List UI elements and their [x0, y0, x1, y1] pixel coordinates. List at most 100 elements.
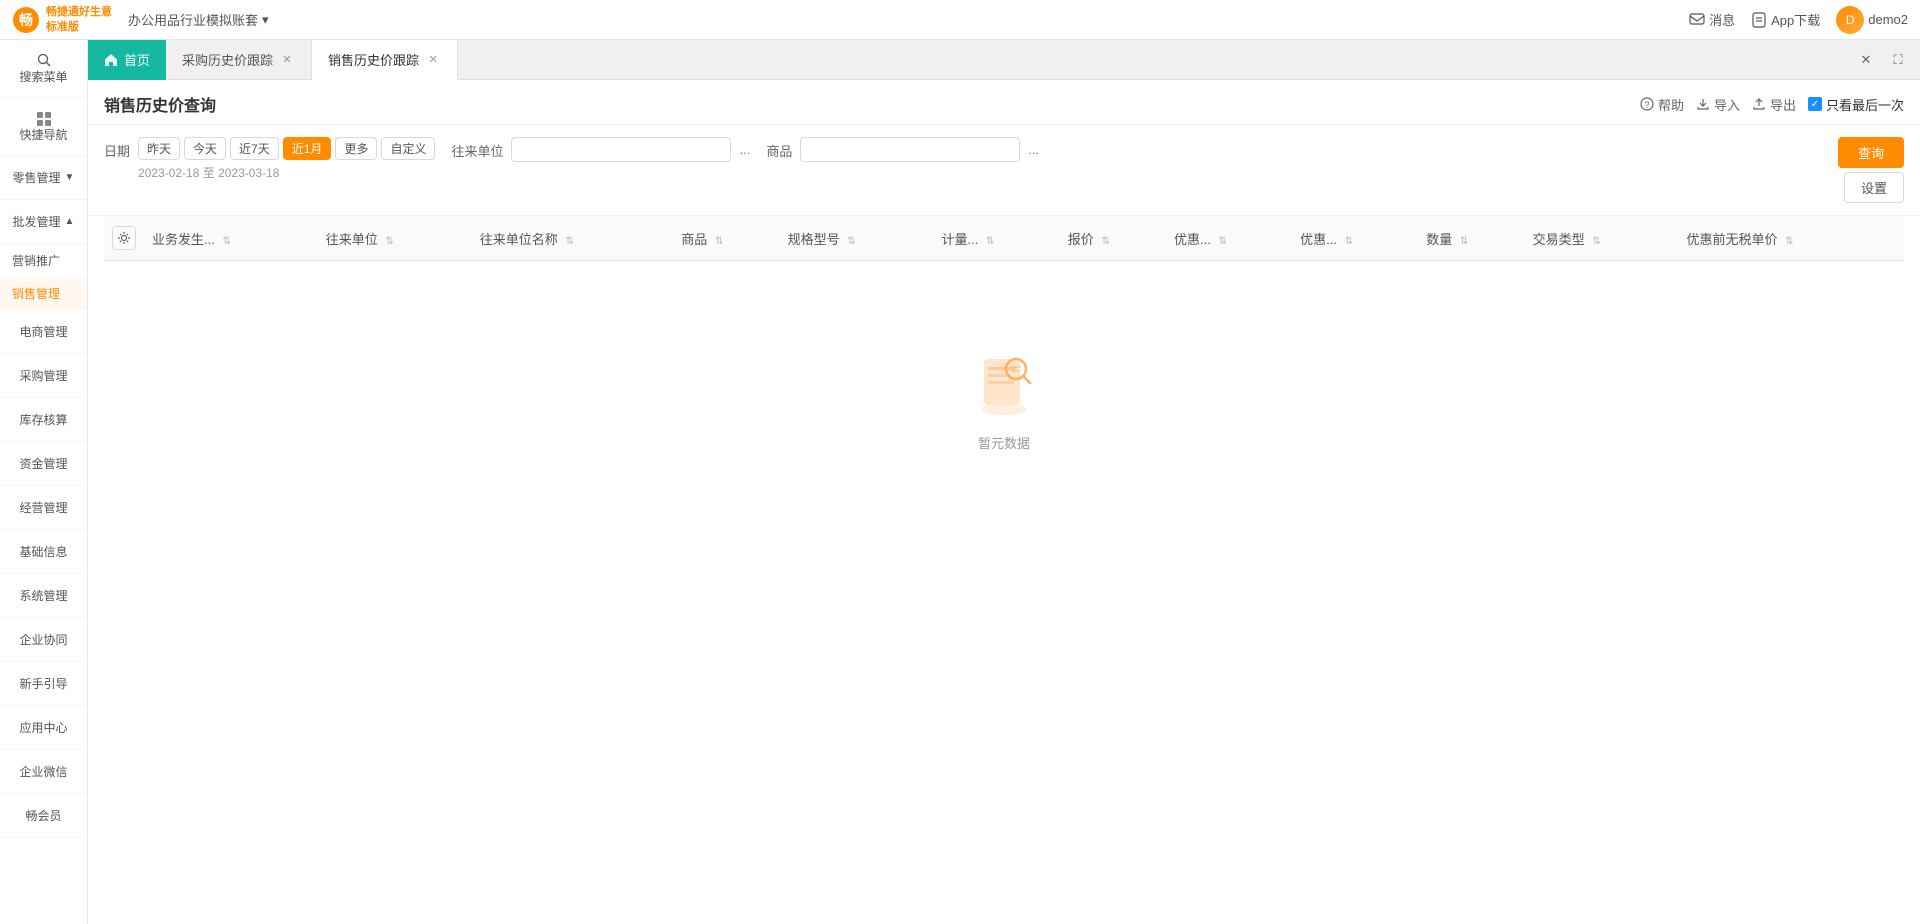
user-profile-btn[interactable]: D demo2 [1836, 6, 1908, 34]
th-discount2[interactable]: 优惠... ⇅ [1292, 216, 1418, 261]
th-biz-date[interactable]: 业务发生... ⇅ [144, 216, 318, 261]
nav-icon [36, 110, 52, 126]
partner-input-group: ... [511, 137, 750, 162]
logo-area: 畅 畅捷通好生意 标准版 [12, 5, 112, 34]
svg-text:畅: 畅 [19, 12, 33, 28]
tabs-actions: ✕ ⛶ [1852, 46, 1920, 74]
sidebar-label-basic-info: 基础信息 [19, 543, 67, 560]
sort-icon-partner-name: ⇅ [565, 236, 573, 247]
th-discount1[interactable]: 优惠... ⇅ [1166, 216, 1292, 261]
th-quantity[interactable]: 数量 ⇅ [1418, 216, 1524, 261]
th-partner-name[interactable]: 往来单位名称 ⇅ [472, 216, 674, 261]
filter-row: 日期 昨天 今天 近7天 近1月 更多 自定义 2023-02-18 至 202… [104, 137, 1814, 181]
tab-purchase-history[interactable]: 采购历史价跟踪 ✕ [166, 40, 312, 80]
checkbox-checked-icon: ✓ [1808, 97, 1822, 111]
product-filter-group: 商品 ... [766, 137, 1039, 162]
date-filter-group: 日期 昨天 今天 近7天 近1月 更多 自定义 2023-02-18 至 202… [104, 137, 435, 181]
top-bar-right: 消息 App下载 D demo2 [1689, 6, 1908, 34]
th-spec[interactable]: 规格型号 ⇅ [780, 216, 934, 261]
table-settings-btn[interactable] [112, 226, 136, 250]
product-input[interactable] [800, 137, 1020, 162]
sidebar-label-ecommerce: 电商管理 [19, 323, 67, 340]
sidebar-label-operations: 经营管理 [19, 499, 67, 516]
date-filter-controls: 昨天 今天 近7天 近1月 更多 自定义 2023-02-18 至 2023-0… [138, 137, 435, 181]
sidebar-label-sales-mgmt: 销售管理 [12, 285, 60, 302]
workspace-dropdown-icon: ▾ [262, 12, 269, 28]
filter-actions: 查询 设置 [1838, 137, 1904, 203]
sidebar-item-inventory[interactable]: 库存核算 [0, 398, 87, 442]
sidebar-item-app-center[interactable]: 应用中心 [0, 706, 87, 750]
th-quoted-price[interactable]: 报价 ⇅ [1060, 216, 1166, 261]
message-btn[interactable]: 消息 [1689, 10, 1735, 29]
setting-btn[interactable]: 设置 [1844, 172, 1904, 203]
sidebar-item-membership[interactable]: 畅会员 [0, 794, 87, 838]
sidebar-item-beginner-guide[interactable]: 新手引导 [0, 662, 87, 706]
sidebar-label-marketing: 营销推广 [12, 252, 60, 269]
date-btn-today[interactable]: 今天 [184, 137, 226, 160]
sidebar-item-enterprise-wechat[interactable]: 企业微信 [0, 750, 87, 794]
date-btn-custom[interactable]: 自定义 [381, 137, 435, 160]
sidebar-label-wholesale-mgmt: 批发管理 ▲ [13, 213, 75, 230]
date-btn-last1month[interactable]: 近1月 [283, 137, 332, 160]
tabs-bar: 首页 采购历史价跟踪 ✕ 销售历史价跟踪 ✕ ✕ ⛶ [88, 40, 1920, 80]
workspace-selector[interactable]: 办公用品行业模拟账套 ▾ [120, 6, 277, 33]
sidebar-item-marketing[interactable]: 营销推广 [0, 244, 87, 277]
sidebar-label-finance: 资金管理 [19, 455, 67, 472]
search-icon [36, 52, 52, 68]
th-partner-code[interactable]: 往来单位 ⇅ [318, 216, 472, 261]
sort-icon-quantity: ⇅ [1460, 236, 1468, 247]
partner-input[interactable] [511, 137, 731, 162]
sidebar-item-basic-info[interactable]: 基础信息 [0, 530, 87, 574]
th-trade-type[interactable]: 交易类型 ⇅ [1525, 216, 1679, 261]
th-pretax-price[interactable]: 优惠前无税单价 ⇅ [1679, 216, 1904, 261]
sort-icon-discount1: ⇅ [1218, 236, 1226, 247]
sidebar-item-search-menu[interactable]: 搜索菜单 [0, 40, 87, 98]
help-btn[interactable]: ? 帮助 [1640, 95, 1684, 114]
date-btn-yesterday[interactable]: 昨天 [138, 137, 180, 160]
close-all-tabs-btn[interactable]: ✕ [1852, 46, 1880, 74]
product-dots[interactable]: ... [1028, 142, 1039, 157]
tab-sales-history-label: 销售历史价跟踪 [328, 50, 419, 69]
sidebar-label-purchase: 采购管理 [19, 367, 67, 384]
sidebar-item-enterprise-coop[interactable]: 企业协同 [0, 618, 87, 662]
logo-text: 畅捷通好生意 标准版 [46, 5, 112, 34]
top-bar: 畅 畅捷通好生意 标准版 办公用品行业模拟账套 ▾ 消息 App下载 D dem… [0, 0, 1920, 40]
th-product[interactable]: 商品 ⇅ [673, 216, 779, 261]
sidebar-label-search-menu: 搜索菜单 [19, 68, 67, 85]
tab-purchase-history-close[interactable]: ✕ [279, 52, 295, 68]
svg-text:?: ? [1644, 100, 1649, 110]
sidebar-label-system: 系统管理 [19, 587, 67, 604]
sidebar-item-wholesale-mgmt[interactable]: 批发管理 ▲ [0, 200, 87, 244]
sidebar-item-operations[interactable]: 经营管理 [0, 486, 87, 530]
tab-sales-history-close[interactable]: ✕ [425, 51, 441, 67]
sort-icon-trade-type: ⇅ [1592, 236, 1600, 247]
date-btn-more[interactable]: 更多 [335, 137, 377, 160]
partner-dots[interactable]: ... [739, 142, 750, 157]
tab-home[interactable]: 首页 [88, 40, 166, 80]
sidebar-item-ecommerce[interactable]: 电商管理 [0, 310, 87, 354]
sidebar-label-beginner-guide: 新手引导 [19, 675, 67, 692]
th-unit[interactable]: 计量... ⇅ [934, 216, 1060, 261]
tab-home-label: 首页 [124, 50, 150, 69]
empty-state-icon [964, 341, 1044, 421]
message-icon [1689, 12, 1705, 28]
sidebar-item-quick-nav[interactable]: 快捷导航 [0, 98, 87, 156]
no-data-illustration [964, 341, 1044, 421]
sidebar-item-purchase[interactable]: 采购管理 [0, 354, 87, 398]
content-area: 首页 采购历史价跟踪 ✕ 销售历史价跟踪 ✕ ✕ ⛶ 销售历史价查询 [88, 40, 1920, 924]
date-btn-last7days[interactable]: 近7天 [230, 137, 279, 160]
export-btn[interactable]: 导出 [1752, 95, 1796, 114]
sidebar-item-sales-mgmt[interactable]: 销售管理 [0, 277, 87, 310]
date-filter-label: 日期 [104, 137, 130, 160]
query-btn[interactable]: 查询 [1838, 137, 1904, 168]
sidebar-label-inventory: 库存核算 [19, 411, 67, 428]
app-logo-icon: 畅 [12, 6, 40, 34]
tab-sales-history[interactable]: 销售历史价跟踪 ✕ [312, 40, 458, 80]
app-download-btn[interactable]: App下载 [1751, 10, 1820, 29]
sidebar-item-system[interactable]: 系统管理 [0, 574, 87, 618]
fullscreen-btn[interactable]: ⛶ [1884, 46, 1912, 74]
import-btn[interactable]: 导入 [1696, 95, 1740, 114]
only-last-checkbox[interactable]: ✓ 只看最后一次 [1808, 95, 1904, 114]
sidebar-item-finance[interactable]: 资金管理 [0, 442, 87, 486]
sidebar-item-retail-mgmt[interactable]: 零售管理 ▼ [0, 156, 87, 200]
